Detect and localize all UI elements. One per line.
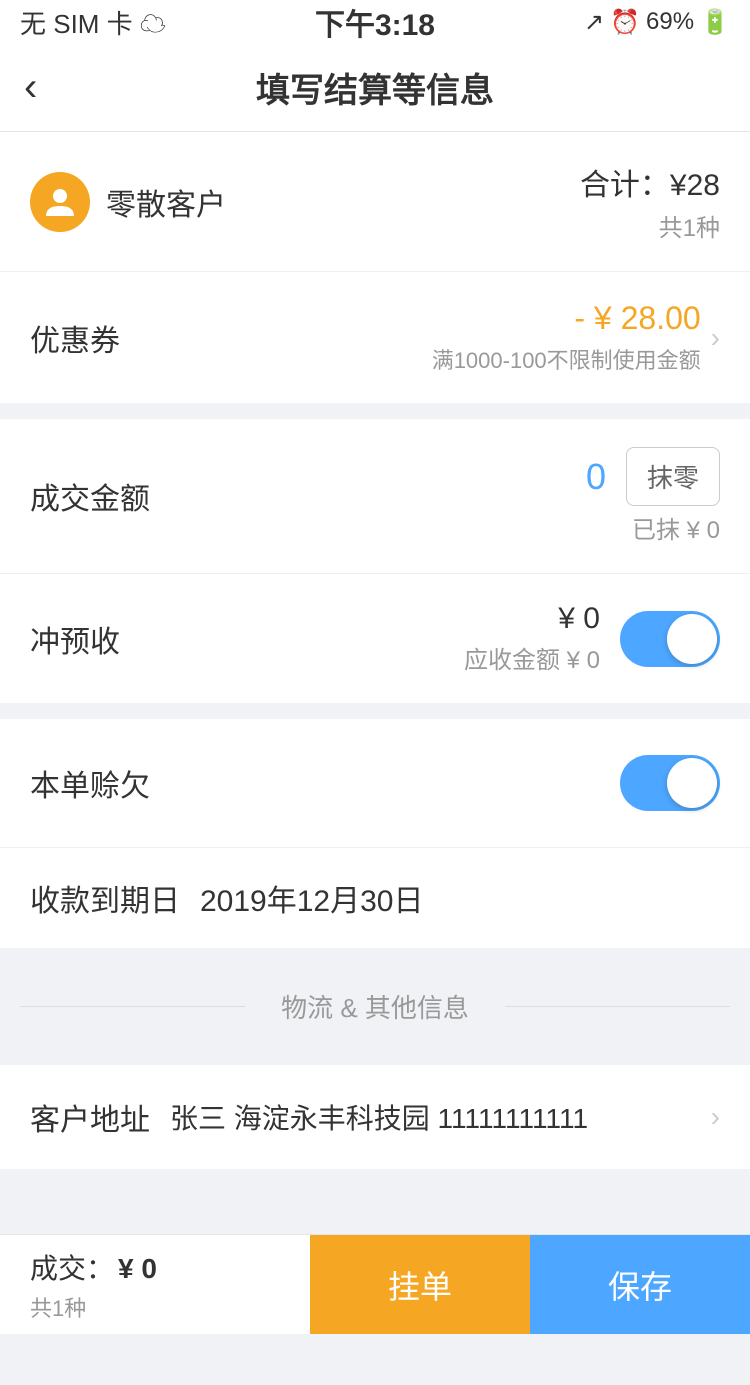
status-time: 下午3:18 — [315, 0, 435, 44]
address-section: 客户地址 张三 海淀永丰科技园 11111111111 › — [0, 1065, 750, 1169]
divider-line-right — [505, 1006, 730, 1007]
advance-amount: ¥ 0 — [464, 602, 600, 636]
battery-level: 69% — [646, 8, 694, 36]
due-date-label: 收款到期日 — [30, 876, 180, 920]
divider-line-left — [20, 1006, 245, 1007]
address-value: 张三 海淀永丰科技园 11111111111 — [170, 1097, 711, 1137]
divider-text: 物流 & 其他信息 — [281, 988, 469, 1025]
total-count: 共1种 — [580, 208, 720, 243]
customer-left: 零散客户 — [30, 172, 226, 232]
customer-name: 零散客户 — [106, 180, 226, 224]
advance-row: 冲预收 ¥ 0 应收金额 ¥ 0 — [0, 573, 750, 703]
deal-section: 成交金额 0 抹零 已抹 ¥ 0 冲预收 ¥ 0 应收金额 ¥ 0 — [0, 419, 750, 703]
customer-section: 零散客户 合计：¥28 共1种 优惠券 - ¥ 28.00 满1000-100不… — [0, 132, 750, 403]
bottom-summary: 成交： ¥ 0 共1种 — [0, 1235, 310, 1334]
bottom-bar: 成交： ¥ 0 共1种 挂单 保存 — [0, 1234, 750, 1334]
total-amount: 合计：¥28 — [580, 160, 720, 204]
status-right: ↗ ⏰ 69% 🔋 — [584, 8, 730, 37]
debt-row: 本单赊欠 — [0, 719, 750, 847]
debt-label: 本单赊欠 — [30, 761, 150, 805]
address-label: 客户地址 — [30, 1095, 150, 1139]
coupon-amount: - ¥ 28.00 — [432, 300, 701, 337]
bottom-count: 共1种 — [30, 1291, 310, 1323]
due-date-row: 收款到期日 2019年12月30日 — [0, 847, 750, 948]
divider-label: 物流 & 其他信息 — [0, 988, 750, 1025]
advance-info: ¥ 0 应收金额 ¥ 0 — [464, 602, 600, 675]
advance-label: 冲预收 — [30, 617, 120, 661]
save-button-label: 保存 — [608, 1262, 672, 1308]
sim-signal: 无 SIM 卡 ☁ — [20, 4, 166, 41]
due-date-value: 2019年12月30日 — [200, 876, 423, 920]
advance-toggle[interactable] — [620, 611, 720, 667]
battery-icon: 🔋 — [700, 8, 730, 37]
round-off-button[interactable]: 抹零 — [626, 447, 720, 506]
bottom-deal-value: ¥ 0 — [118, 1253, 157, 1285]
coupon-right: - ¥ 28.00 满1000-100不限制使用金额 › — [432, 300, 720, 375]
customer-row: 零散客户 合计：¥28 共1种 — [0, 132, 750, 271]
save-button[interactable]: 保存 — [530, 1235, 750, 1334]
page-title: 填写结算等信息 — [256, 63, 494, 112]
location-icon: ↗ — [584, 8, 604, 37]
bottom-deal-row: 成交： ¥ 0 — [30, 1247, 310, 1287]
coupon-row[interactable]: 优惠券 - ¥ 28.00 满1000-100不限制使用金额 › — [0, 271, 750, 403]
address-chevron-icon: › — [711, 1101, 720, 1133]
deal-value: 0 — [586, 456, 606, 498]
advance-right: ¥ 0 应收金额 ¥ 0 — [464, 602, 720, 675]
coupon-info: - ¥ 28.00 满1000-100不限制使用金额 — [432, 300, 701, 375]
coupon-label: 优惠券 — [30, 316, 120, 360]
bottom-deal-label: 成交： — [30, 1247, 114, 1287]
coupon-desc: 满1000-100不限制使用金额 — [432, 343, 701, 375]
debt-toggle[interactable] — [620, 755, 720, 811]
toggle-knob — [667, 614, 717, 664]
avatar — [30, 172, 90, 232]
hang-button-label: 挂单 — [388, 1262, 452, 1308]
debt-toggle-knob — [667, 758, 717, 808]
deal-value-row: 0 抹零 — [586, 447, 720, 506]
status-left: 无 SIM 卡 ☁ — [20, 4, 166, 41]
address-row[interactable]: 客户地址 张三 海淀永丰科技园 11111111111 › — [0, 1065, 750, 1169]
deal-already: 已抹 ¥ 0 — [632, 510, 720, 545]
nav-bar: ‹ 填写结算等信息 — [0, 44, 750, 132]
deal-row: 成交金额 0 抹零 已抹 ¥ 0 — [0, 419, 750, 573]
advance-sub: 应收金额 ¥ 0 — [464, 640, 600, 675]
alarm-icon: ⏰ — [610, 8, 640, 37]
coupon-chevron-icon: › — [711, 322, 720, 354]
hang-button[interactable]: 挂单 — [310, 1235, 530, 1334]
deal-label: 成交金额 — [30, 474, 150, 518]
divider-section: 物流 & 其他信息 — [0, 964, 750, 1049]
deal-right: 0 抹零 已抹 ¥ 0 — [586, 447, 720, 545]
status-bar: 无 SIM 卡 ☁ 下午3:18 ↗ ⏰ 69% 🔋 — [0, 0, 750, 44]
customer-right: 合计：¥28 共1种 — [580, 160, 720, 243]
debt-section: 本单赊欠 收款到期日 2019年12月30日 — [0, 719, 750, 948]
back-button[interactable]: ‹ — [24, 65, 37, 110]
